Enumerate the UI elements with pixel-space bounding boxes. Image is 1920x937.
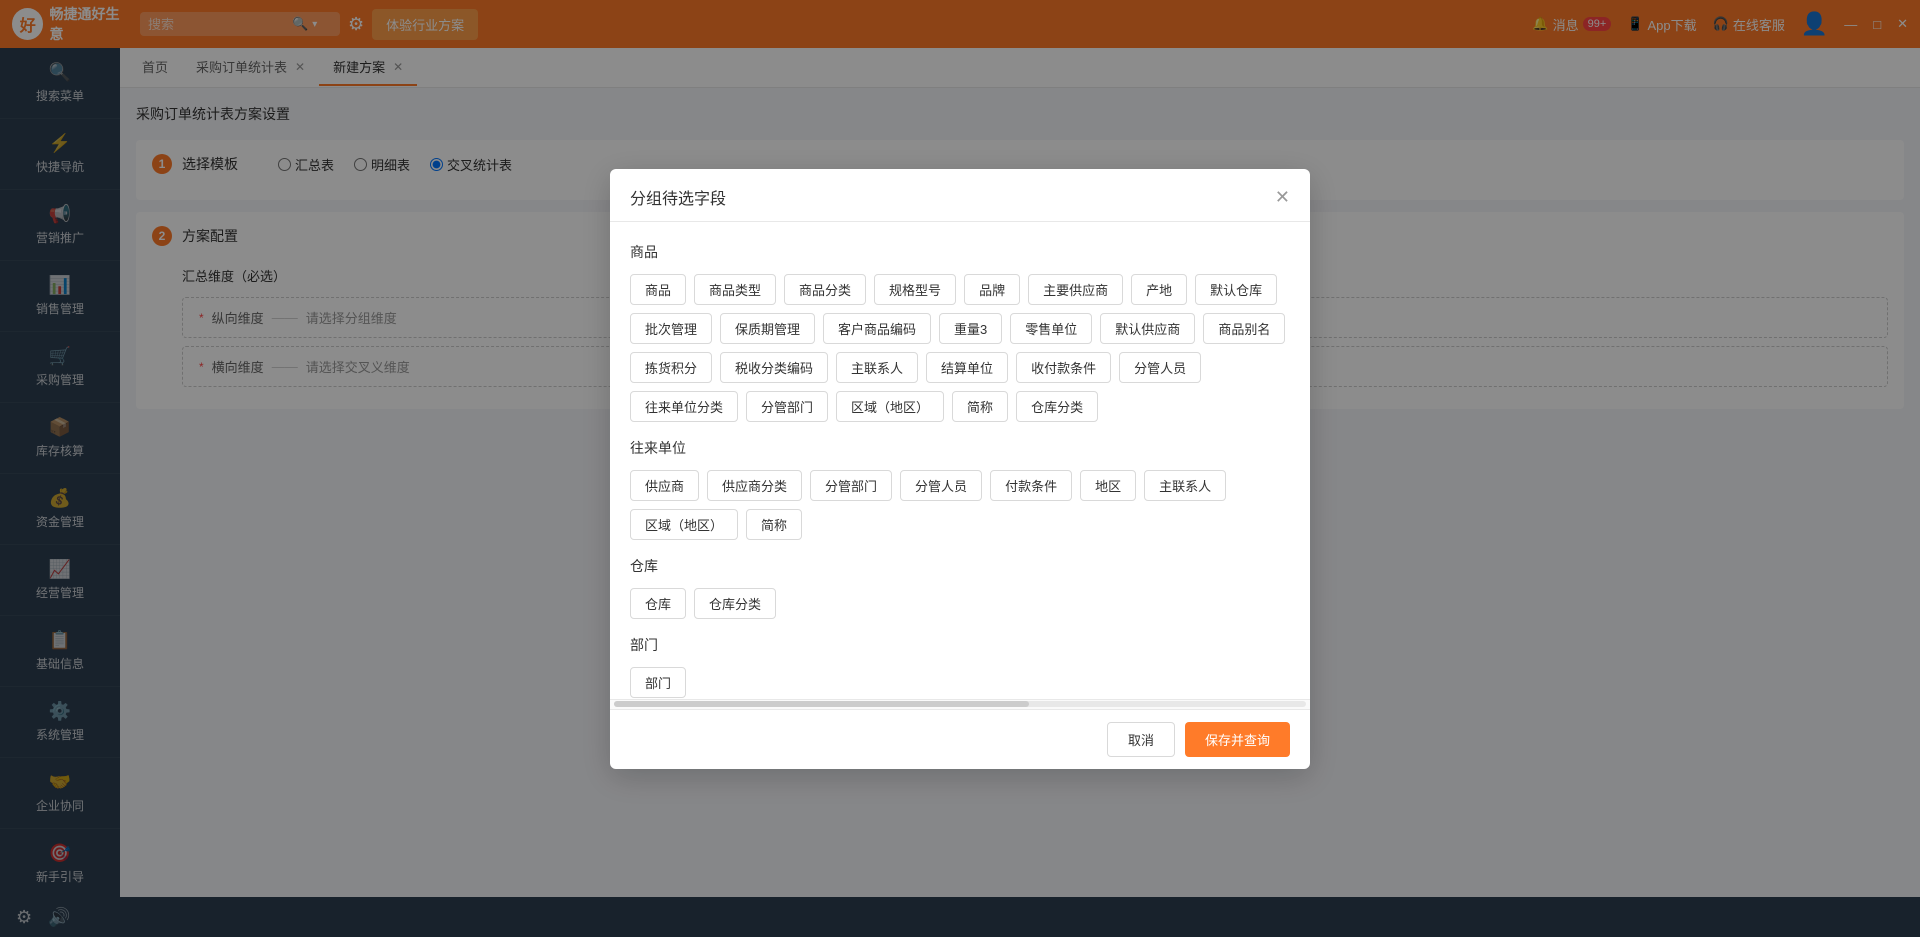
horizontal-scrollbar-track[interactable]	[614, 701, 1306, 707]
horizontal-scrollbar-thumb[interactable]	[614, 701, 1029, 707]
tag-batch-mgmt[interactable]: 批次管理	[630, 313, 712, 344]
tag-goods-alias[interactable]: 商品别名	[1203, 313, 1285, 344]
tag-payment-terms-partner[interactable]: 付款条件	[990, 470, 1072, 501]
tag-default-supplier[interactable]: 默认供应商	[1100, 313, 1195, 344]
tag-origin[interactable]: 产地	[1131, 274, 1187, 305]
modal-scrollbar-container	[610, 699, 1310, 708]
tag-default-warehouse[interactable]: 默认仓库	[1195, 274, 1277, 305]
tag-spec-model[interactable]: 规格型号	[874, 274, 956, 305]
modal-header: 分组待选字段 ✕	[610, 169, 1310, 222]
tag-tax-code[interactable]: 税收分类编码	[720, 352, 828, 383]
tag-region-goods[interactable]: 区域（地区）	[836, 391, 944, 422]
tag-main-contact[interactable]: 主联系人	[836, 352, 918, 383]
modal-cancel-btn[interactable]: 取消	[1107, 722, 1175, 757]
tag-main-supplier[interactable]: 主要供应商	[1028, 274, 1123, 305]
modal-title: 分组待选字段	[630, 185, 726, 209]
tag-settlement-unit[interactable]: 结算单位	[926, 352, 1008, 383]
field-tags-dept: 部门	[630, 667, 1290, 698]
tag-goods-type[interactable]: 商品类型	[694, 274, 776, 305]
modal-footer: 取消 保存并查询	[610, 709, 1310, 769]
tag-partner-category[interactable]: 往来单位分类	[630, 391, 738, 422]
field-select-modal: 分组待选字段 ✕ 商品 商品 商品类型 商品分类 规格型号 品牌 主要供应商 产…	[610, 169, 1310, 769]
tag-short-name-partner[interactable]: 简称	[746, 509, 802, 540]
modal-body: 商品 商品 商品类型 商品分类 规格型号 品牌 主要供应商 产地 默认仓库 批次…	[610, 222, 1310, 700]
tag-dept-managed[interactable]: 分管部门	[746, 391, 828, 422]
section-title-partner: 往来单位	[630, 438, 1290, 458]
tag-brand[interactable]: 品牌	[964, 274, 1020, 305]
tag-warehouse-category[interactable]: 仓库分类	[694, 588, 776, 619]
tag-dept[interactable]: 部门	[630, 667, 686, 698]
tag-payment-terms[interactable]: 收付款条件	[1016, 352, 1111, 383]
tag-main-contact-partner[interactable]: 主联系人	[1144, 470, 1226, 501]
section-title-warehouse: 仓库	[630, 556, 1290, 576]
tag-retail-unit[interactable]: 零售单位	[1010, 313, 1092, 344]
tag-warehouse-category-goods[interactable]: 仓库分类	[1016, 391, 1098, 422]
field-tags-warehouse: 仓库 仓库分类	[630, 588, 1290, 619]
tag-supplier-category[interactable]: 供应商分类	[707, 470, 802, 501]
field-tags-goods: 商品 商品类型 商品分类 规格型号 品牌 主要供应商 产地 默认仓库 批次管理 …	[630, 274, 1290, 422]
tag-goods[interactable]: 商品	[630, 274, 686, 305]
tag-pick-points[interactable]: 拣货积分	[630, 352, 712, 383]
field-tags-partner: 供应商 供应商分类 分管部门 分管人员 付款条件 地区 主联系人 区域（地区） …	[630, 470, 1290, 540]
section-title-goods: 商品	[630, 242, 1290, 262]
tag-expiry-mgmt[interactable]: 保质期管理	[720, 313, 815, 344]
modal-overlay: 分组待选字段 ✕ 商品 商品 商品类型 商品分类 规格型号 品牌 主要供应商 产…	[0, 0, 1920, 937]
tag-supplier[interactable]: 供应商	[630, 470, 699, 501]
tag-goods-category[interactable]: 商品分类	[784, 274, 866, 305]
tag-short-name-goods[interactable]: 简称	[952, 391, 1008, 422]
tag-dept-partner[interactable]: 分管部门	[810, 470, 892, 501]
tag-manager-partner[interactable]: 分管人员	[900, 470, 982, 501]
section-title-dept: 部门	[630, 635, 1290, 655]
tag-weight3[interactable]: 重量3	[939, 313, 1002, 344]
tag-region-partner[interactable]: 地区	[1080, 470, 1136, 501]
modal-save-btn[interactable]: 保存并查询	[1185, 722, 1290, 757]
tag-region2-partner[interactable]: 区域（地区）	[630, 509, 738, 540]
tag-customer-code[interactable]: 客户商品编码	[823, 313, 931, 344]
tag-warehouse[interactable]: 仓库	[630, 588, 686, 619]
modal-close-icon[interactable]: ✕	[1275, 188, 1290, 206]
tag-manager[interactable]: 分管人员	[1119, 352, 1201, 383]
